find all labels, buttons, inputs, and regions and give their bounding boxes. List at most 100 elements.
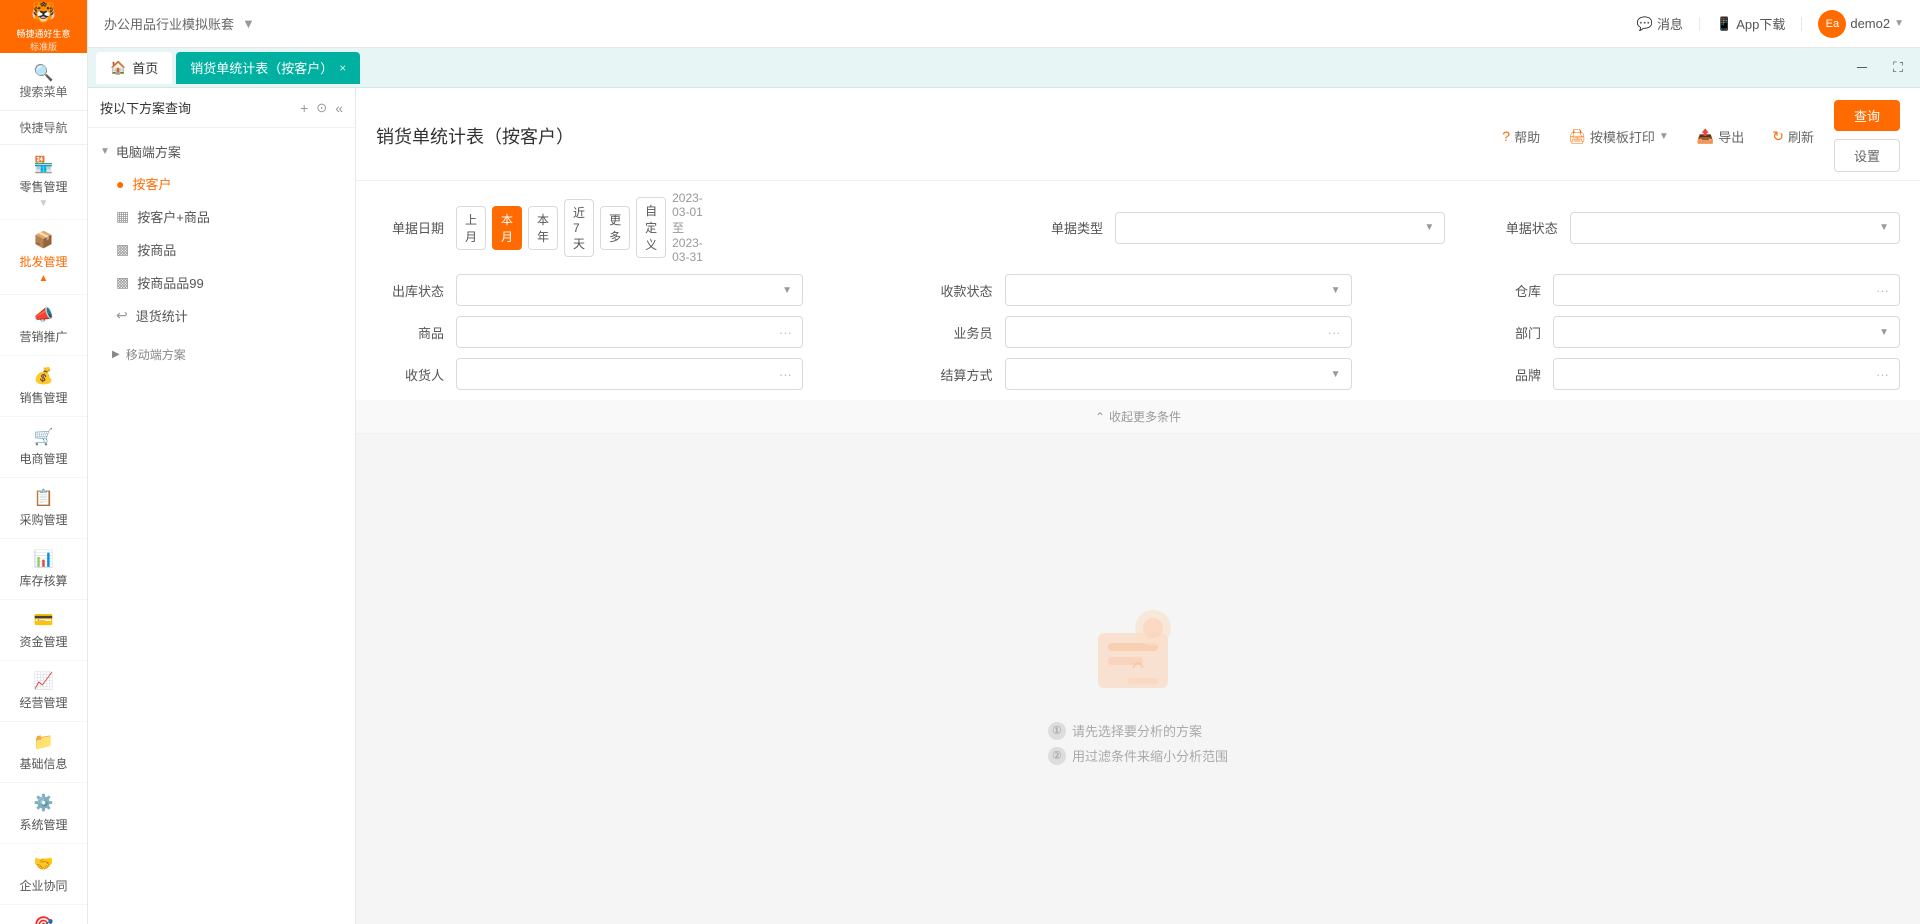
help-button[interactable]: ? 帮助 <box>1494 123 1548 150</box>
payment-chevron-icon: ▼ <box>1331 369 1341 380</box>
hint-num-1: ① <box>1048 722 1066 740</box>
sidebar-item-system[interactable]: ⚙️ 系统管理 <box>0 783 87 844</box>
brand-label: 品牌 <box>1473 365 1541 384</box>
tab-close-button[interactable]: × <box>339 61 346 75</box>
warehouse-dots: ··· <box>1876 283 1889 298</box>
refresh-button[interactable]: ↻ 刷新 <box>1764 123 1822 150</box>
goods-icon: ▩ <box>116 241 129 258</box>
type-select[interactable]: ▼ <box>1115 212 1445 244</box>
scheme-group-desktop-header[interactable]: ▼ 电脑端方案 <box>88 136 355 167</box>
staff-select[interactable]: ··· <box>1005 316 1352 348</box>
nav-label: 快捷导航 <box>0 119 87 136</box>
header-dropdown-icon[interactable]: ▼ <box>242 16 255 31</box>
receiver-select[interactable]: ··· <box>456 358 803 390</box>
scheme-item-customer[interactable]: ● 按客户 <box>88 167 355 200</box>
tab-active[interactable]: 销货单统计表（按客户） × <box>176 52 360 84</box>
brand-select[interactable]: ··· <box>1553 358 1900 390</box>
header-title: 办公用品行业模拟账套 <box>104 14 234 33</box>
sales-icon: 💰 <box>34 366 54 386</box>
user-chevron-icon: ▼ <box>1894 18 1904 29</box>
sidebar-label-inventory: 库存核算 <box>19 572 67 589</box>
customer-goods-icon: ▦ <box>116 208 129 225</box>
edit-scheme-button[interactable]: ⊙ <box>316 100 327 116</box>
add-scheme-button[interactable]: + <box>300 100 308 116</box>
tab-right-buttons: － ⛶ <box>1848 54 1912 82</box>
pay-status-select[interactable]: ▼ <box>1005 274 1352 306</box>
tab-expand-button[interactable]: ⛶ <box>1884 54 1912 82</box>
collapse-panel-button[interactable]: « <box>335 100 343 116</box>
scheme-group-mobile-header[interactable]: ▶ 移动端方案 <box>88 340 355 369</box>
app-download-button[interactable]: 📱 App下载 <box>1716 14 1785 33</box>
payment-label: 结算方式 <box>925 365 993 384</box>
sidebar-item-ecommerce[interactable]: 🛒 电商管理 <box>0 417 87 478</box>
retail-icon: 🏪 <box>34 155 54 175</box>
user-menu[interactable]: Ea demo2 ▼ <box>1818 10 1904 38</box>
scheme-item-return[interactable]: ↩ 退货统计 <box>88 299 355 332</box>
scheme-item-goods99[interactable]: ▩ 按商品品99 <box>88 266 355 299</box>
print-arrow-icon: ▼ <box>1659 131 1669 142</box>
date-btn-more[interactable]: 更多 <box>600 206 630 250</box>
sidebar-item-finance[interactable]: 💳 资金管理 <box>0 600 87 661</box>
filter-section: 单据日期 上月 本月 本年 近7天 更多 自定义 2023-03-01 至 20… <box>356 181 1920 400</box>
left-panel: 按以下方案查询 + ⊙ « ▼ 电脑端方案 ● 按客户 ▦ 按客 <box>88 88 356 924</box>
export-button[interactable]: 📤 导出 <box>1689 123 1752 150</box>
home-icon: 🏠 <box>110 60 126 76</box>
goods-select[interactable]: ··· <box>456 316 803 348</box>
export-icon: 📤 <box>1697 128 1714 145</box>
sidebar-item-enterprise[interactable]: 🤝 企业协同 <box>0 844 87 905</box>
sidebar-item-operation[interactable]: 📈 经营管理 <box>0 661 87 722</box>
tab-active-label: 销货单统计表（按客户） <box>190 58 333 77</box>
date-btn-7days[interactable]: 近7天 <box>564 199 594 257</box>
message-button[interactable]: 💬 消息 <box>1637 14 1683 33</box>
sidebar: 🐯 畅捷通好生意 标准版 🔍 搜索菜单 快捷导航 🏪 零售管理 ▼ 📦 批发管理… <box>0 0 88 924</box>
warehouse-select[interactable]: ··· <box>1553 274 1900 306</box>
sidebar-item-wholesale[interactable]: 📦 批发管理 ▲ <box>0 220 87 295</box>
out-status-select[interactable]: ▼ <box>456 274 803 306</box>
settings-button[interactable]: 设置 <box>1834 139 1900 172</box>
status-select[interactable]: ▼ <box>1570 212 1900 244</box>
date-btn-this-month[interactable]: 本月 <box>492 206 522 250</box>
date-btn-this-year[interactable]: 本年 <box>528 206 558 250</box>
tab-minimize-button[interactable]: － <box>1848 54 1876 82</box>
sidebar-item-basic[interactable]: 📁 基础信息 <box>0 722 87 783</box>
logo-icon: 🐯 <box>31 0 56 25</box>
refresh-icon: ↻ <box>1772 128 1784 145</box>
empty-hint-1: ① 请先选择要分析的方案 <box>1048 721 1228 740</box>
staff-dots: ··· <box>1328 325 1341 340</box>
receiver-label: 收货人 <box>376 365 444 384</box>
page-header: 销货单统计表（按客户） ? 帮助 🖨 按模板打印 ▼ 📤 导出 <box>356 88 1920 181</box>
newbie-icon: 🎯 <box>34 915 54 924</box>
ecommerce-icon: 🛒 <box>34 427 54 447</box>
sidebar-label-system: 系统管理 <box>19 816 67 833</box>
sidebar-label-basic: 基础信息 <box>19 755 67 772</box>
sidebar-item-sales[interactable]: 💰 销售管理 <box>0 356 87 417</box>
sidebar-item-newbie[interactable]: 🎯 新手引导 <box>0 905 87 924</box>
sidebar-item-marketing[interactable]: 📣 营销推广 <box>0 295 87 356</box>
sidebar-search[interactable]: 🔍 搜索菜单 <box>0 53 87 111</box>
scheme-item-goods[interactable]: ▩ 按商品 <box>88 233 355 266</box>
tab-home[interactable]: 🏠 首页 <box>96 52 172 84</box>
collapse-arrow-icon: ⌃ <box>1095 410 1105 424</box>
query-button[interactable]: 查询 <box>1834 100 1900 131</box>
logo-text: 畅捷通好生意 <box>16 27 70 40</box>
dept-select[interactable]: ▼ <box>1553 316 1900 348</box>
collapse-label: 收起更多条件 <box>1109 408 1181 425</box>
sidebar-label-finance: 资金管理 <box>19 633 67 650</box>
help-icon: ? <box>1502 128 1510 144</box>
chevron-up-icon: ▲ <box>39 273 49 284</box>
date-btn-last-month[interactable]: 上月 <box>456 206 486 250</box>
date-btn-custom[interactable]: 自定义 <box>636 197 666 258</box>
collapse-button[interactable]: ⌃ 收起更多条件 <box>1095 408 1181 425</box>
top-header: 办公用品行业模拟账套 ▼ 💬 消息 📱 App下载 Ea demo2 ▼ <box>88 0 1920 48</box>
app-logo[interactable]: 🐯 畅捷通好生意 标准版 <box>0 0 88 53</box>
sidebar-item-purchase[interactable]: 📋 采购管理 <box>0 478 87 539</box>
goods-label: 商品 <box>376 323 444 342</box>
wholesale-icon: 📦 <box>34 230 54 250</box>
scheme-item-customer-goods[interactable]: ▦ 按客户+商品 <box>88 200 355 233</box>
print-button[interactable]: 🖨 按模板打印 ▼ <box>1560 123 1677 150</box>
sidebar-label-sales: 销售管理 <box>19 389 67 406</box>
sidebar-item-inventory[interactable]: 📊 库存核算 <box>0 539 87 600</box>
sidebar-item-retail[interactable]: 🏪 零售管理 ▼ <box>0 145 87 220</box>
quick-nav[interactable]: 快捷导航 <box>0 111 87 145</box>
payment-select[interactable]: ▼ <box>1005 358 1352 390</box>
